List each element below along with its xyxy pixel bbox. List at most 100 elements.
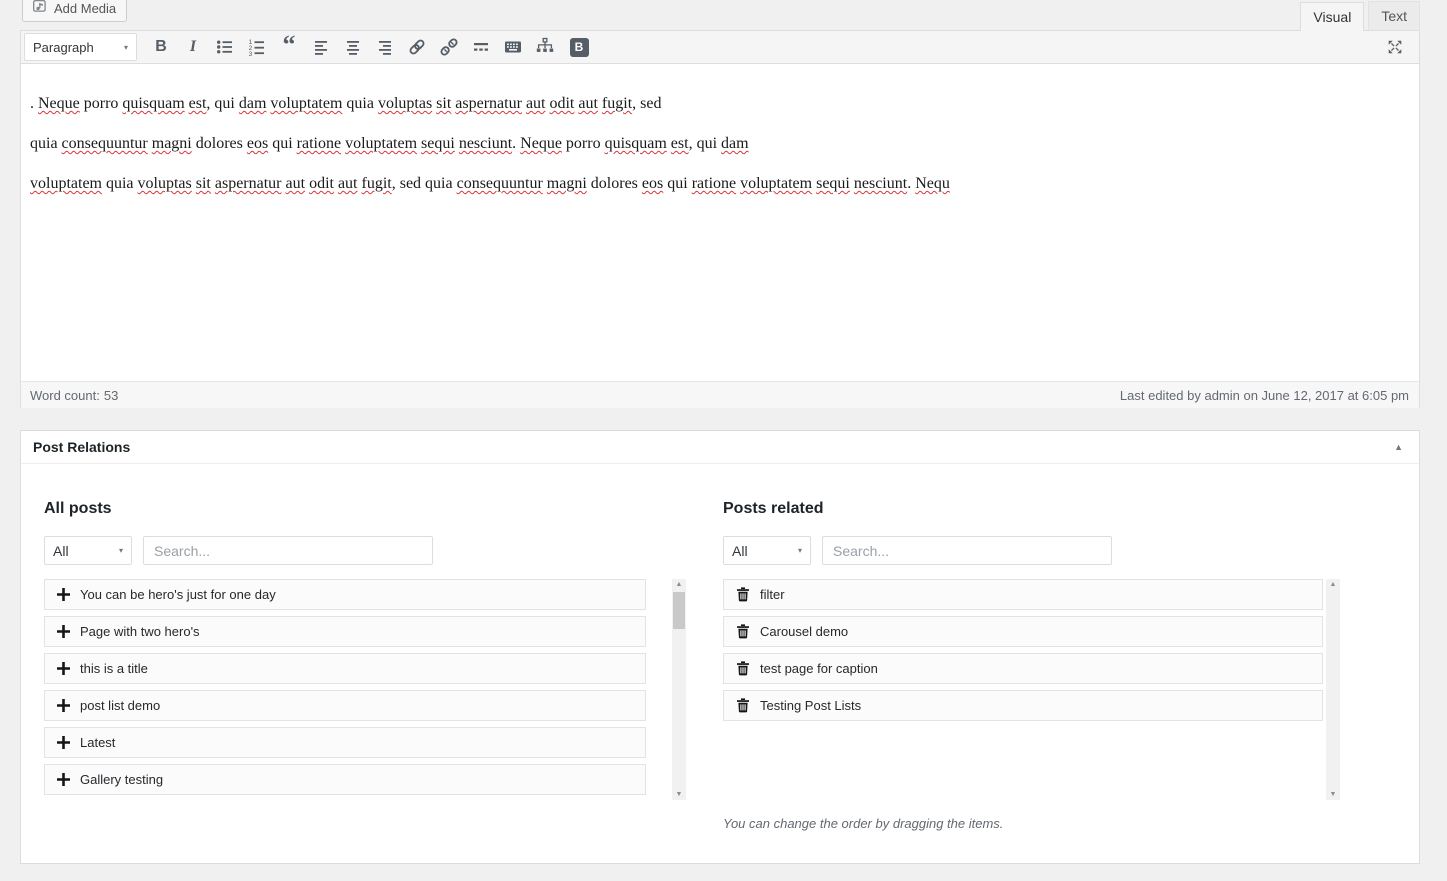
list-item[interactable]: Carousel demo: [723, 616, 1323, 647]
shortcode-b-button[interactable]: B: [565, 34, 593, 60]
scroll-up-icon[interactable]: ▲: [1326, 581, 1340, 588]
sitemap-icon: [536, 37, 554, 52]
editor-content[interactable]: . Neque porro quisquam est, qui dam volu…: [21, 64, 1419, 381]
trash-icon[interactable]: [736, 587, 750, 602]
numbered-list-button[interactable]: 1 2 3: [243, 34, 271, 60]
add-icon[interactable]: [57, 699, 70, 712]
align-left-icon: [315, 41, 327, 55]
align-left-button[interactable]: [307, 34, 335, 60]
editor-paragraph: voluptatem quia voluptas sit aspernatur …: [30, 175, 950, 192]
list-item[interactable]: post list demo: [44, 690, 646, 721]
link-button[interactable]: [403, 34, 431, 60]
word-count: Word count: 53: [30, 387, 119, 403]
posts-related-search-input[interactable]: [822, 536, 1112, 565]
scroll-down-icon[interactable]: ▼: [672, 791, 686, 798]
post-title: post list demo: [80, 698, 161, 713]
list-item[interactable]: Latest: [44, 727, 646, 758]
scroll-up-icon[interactable]: ▲: [672, 581, 686, 588]
bullet-list-button[interactable]: [211, 34, 239, 60]
bullet-list-icon: [217, 40, 232, 54]
posts-related-heading: Posts related: [723, 500, 824, 517]
posts-related-filter-select[interactable]: All ▾: [723, 536, 811, 565]
last-edited-text: Last edited by admin on June 12, 2017 at…: [1119, 387, 1409, 403]
sitemap-button[interactable]: [531, 34, 559, 60]
align-right-icon: [379, 41, 391, 55]
post-relations-header[interactable]: Post Relations ▲: [21, 431, 1419, 464]
trash-icon[interactable]: [736, 661, 750, 676]
fullscreen-expand-icon: [1388, 40, 1402, 54]
list-item[interactable]: test page for caption: [723, 653, 1323, 684]
trash-icon[interactable]: [736, 624, 750, 639]
editor-paragraph: quia consequuntur magni dolores eos qui …: [30, 135, 749, 152]
unlink-button[interactable]: [435, 34, 463, 60]
align-right-button[interactable]: [371, 34, 399, 60]
list-item[interactable]: Gallery testing: [44, 764, 646, 795]
chevron-down-icon: ▾: [797, 546, 802, 555]
trash-icon[interactable]: [736, 698, 750, 713]
italic-icon: I: [189, 38, 197, 55]
editor-container: Paragraph ▾ B I 1 2 3 “ B . Neque porro …: [20, 30, 1420, 408]
add-media-label: Add Media: [54, 0, 117, 16]
read-more-tag-icon: [474, 43, 488, 51]
posts-related-column: Posts related All ▾ filter: [723, 464, 1383, 863]
shortcode-b-icon: B: [569, 37, 589, 57]
wp-post-editor-page: Add Media Visual Text Paragraph ▾ B I 1 …: [0, 0, 1447, 881]
editor-toolbar: Paragraph ▾ B I 1 2 3 “ B: [21, 31, 1419, 64]
keyboard-button[interactable]: [499, 34, 527, 60]
list-item[interactable]: filter: [723, 579, 1323, 610]
post-title: Page with two hero's: [80, 624, 200, 639]
all-posts-column: All posts All ▾ You can be hero's just f…: [44, 464, 704, 863]
add-icon[interactable]: [57, 588, 70, 601]
read-more-tag-button[interactable]: [467, 34, 495, 60]
scrollbar-thumb[interactable]: [673, 592, 685, 629]
list-item[interactable]: Testing Post Lists: [723, 690, 1323, 721]
all-posts-heading: All posts: [44, 500, 112, 517]
keyboard-icon: [505, 41, 521, 53]
svg-text:3: 3: [249, 51, 253, 57]
add-media-icon: [33, 0, 48, 17]
add-icon[interactable]: [57, 662, 70, 675]
scroll-down-icon[interactable]: ▼: [1326, 791, 1340, 798]
chevron-down-icon: ▾: [123, 42, 128, 52]
post-title: filter: [760, 587, 785, 602]
all-posts-scrollbar[interactable]: ▲ ▼: [672, 579, 686, 800]
tab-visual[interactable]: Visual: [1300, 2, 1365, 31]
numbered-list-icon: 1 2 3: [249, 39, 264, 57]
add-icon[interactable]: [57, 773, 70, 786]
blockquote-button[interactable]: “: [275, 30, 303, 60]
filter-value: All: [732, 542, 748, 559]
post-title: Gallery testing: [80, 772, 164, 787]
link-icon: [409, 39, 425, 55]
add-icon[interactable]: [57, 736, 70, 749]
post-title: Carousel demo: [760, 624, 849, 639]
editor-paragraph: . Neque porro quisquam est, qui dam volu…: [30, 95, 662, 112]
post-relations-body: All posts All ▾ You can be hero's just f…: [21, 464, 1419, 863]
drag-order-note: You can change the order by dragging the…: [723, 816, 1004, 831]
all-posts-search-input[interactable]: [143, 536, 433, 565]
list-item[interactable]: Page with two hero's: [44, 616, 646, 647]
post-relations-title: Post Relations: [33, 439, 131, 455]
post-title: Testing Post Lists: [760, 698, 862, 713]
bold-button[interactable]: B: [147, 34, 175, 60]
add-media-button[interactable]: Add Media: [22, 0, 128, 22]
all-posts-filter-select[interactable]: All ▾: [44, 536, 132, 565]
posts-related-scrollbar[interactable]: ▲ ▼: [1326, 579, 1340, 800]
fullscreen-button[interactable]: [1381, 34, 1409, 60]
list-item[interactable]: this is a title: [44, 653, 646, 684]
add-icon[interactable]: [57, 625, 70, 638]
post-relations-metabox: Post Relations ▲ All posts All ▾ You can…: [20, 430, 1420, 864]
blockquote-icon: “: [282, 30, 296, 59]
editor-mode-tabs: Visual Text: [1300, 0, 1420, 31]
align-center-icon: [347, 41, 359, 55]
list-item[interactable]: You can be hero's just for one day: [44, 579, 646, 610]
align-center-button[interactable]: [339, 34, 367, 60]
editor-status-bar: Word count: 53 Last edited by admin on Ju…: [21, 381, 1419, 408]
tab-text[interactable]: Text: [1368, 1, 1420, 30]
post-title: this is a title: [80, 661, 148, 676]
collapse-toggle-icon[interactable]: ▲: [1390, 442, 1407, 452]
all-posts-list: You can be hero's just for one day Page …: [44, 579, 646, 800]
bold-icon: B: [155, 38, 167, 55]
italic-button[interactable]: I: [179, 34, 207, 60]
paragraph-format-select[interactable]: Paragraph ▾: [24, 33, 137, 61]
post-title: You can be hero's just for one day: [80, 587, 276, 602]
